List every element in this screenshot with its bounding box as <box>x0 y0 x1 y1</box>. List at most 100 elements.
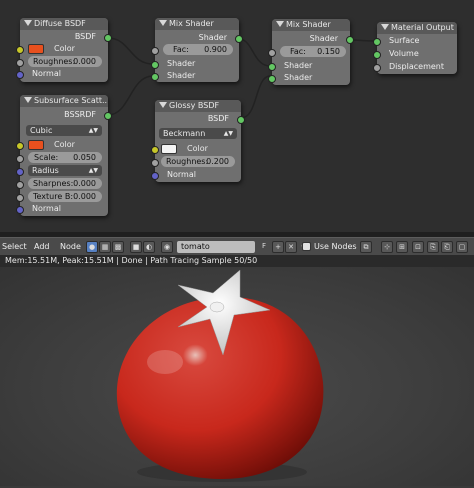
shader-input-2-socket[interactable] <box>151 73 159 81</box>
roughness-socket[interactable] <box>16 59 24 67</box>
normal-label: Normal <box>32 69 61 78</box>
compositing-nodes-icon[interactable]: ▦ <box>99 241 111 253</box>
menu-select[interactable]: Select <box>2 241 27 253</box>
scale-socket[interactable] <box>16 155 24 163</box>
use-nodes-checkbox[interactable] <box>302 242 311 251</box>
roughness-field[interactable]: Roughnes: 0.000 <box>28 56 102 67</box>
node-glossy-bsdf[interactable]: Glossy BSDF BSDF Beckmann ▲▼ Color Roughn… <box>151 100 245 182</box>
color-socket[interactable] <box>151 146 159 154</box>
normal-label: Normal <box>167 170 196 179</box>
collapse-icon[interactable] <box>381 24 389 30</box>
color-swatch[interactable] <box>28 44 44 54</box>
color-swatch[interactable] <box>161 144 177 154</box>
radius-socket[interactable] <box>16 168 24 176</box>
output-socket[interactable] <box>346 36 354 44</box>
output-socket[interactable] <box>104 34 112 42</box>
object-icon[interactable]: ■ <box>130 241 142 253</box>
color-label: Color <box>187 144 208 153</box>
menu-add[interactable]: Add <box>34 241 50 253</box>
shader-input-1-socket[interactable] <box>268 63 276 71</box>
surface-label: Surface <box>389 36 420 45</box>
collapse-icon[interactable] <box>24 97 32 103</box>
material-browse-icon[interactable]: ◉ <box>161 241 173 253</box>
backdrop-icon[interactable]: ⧉ <box>360 241 372 253</box>
collapse-icon[interactable] <box>276 21 284 27</box>
tomato-render-image <box>116 269 324 482</box>
material-name-field[interactable]: tomato <box>177 241 255 253</box>
roughness-field[interactable]: Roughnes: 0.200 <box>161 156 235 167</box>
sharpness-socket[interactable] <box>16 181 24 189</box>
unlink-material-icon[interactable]: ✕ <box>285 241 297 253</box>
node-header[interactable]: Subsurface Scatt... <box>20 95 108 107</box>
fake-user-button[interactable]: F <box>258 241 270 253</box>
render-preview-icon[interactable]: ▢ <box>456 241 468 253</box>
output-socket[interactable] <box>237 116 245 124</box>
link-sss-to-mix1 <box>107 75 154 116</box>
color-label: Color <box>54 140 75 149</box>
menu-node[interactable]: Node <box>60 241 81 253</box>
distribution-dropdown[interactable]: Beckmann ▲▼ <box>159 128 237 139</box>
node-header[interactable]: Mix Shader <box>155 18 239 30</box>
scale-field[interactable]: Scale: 0.050 <box>28 152 102 163</box>
shader-input-2-socket[interactable] <box>268 75 276 83</box>
node-subsurface-scattering[interactable]: Subsurface Scatt... BSSRDF Cubic ▲▼ Color… <box>16 95 112 216</box>
output-label: BSDF <box>74 32 96 41</box>
normal-socket[interactable] <box>16 71 24 79</box>
paste-nodes-icon[interactable]: ⎗ <box>441 241 453 253</box>
volume-label: Volume <box>389 49 419 58</box>
normal-socket[interactable] <box>16 206 24 214</box>
shader-input-1-socket[interactable] <box>151 61 159 69</box>
color-socket[interactable] <box>16 142 24 150</box>
add-material-icon[interactable]: + <box>272 241 284 253</box>
node-title: Subsurface Scatt... <box>34 96 108 105</box>
falloff-dropdown[interactable]: Cubic ▲▼ <box>26 125 102 136</box>
normal-label: Normal <box>32 204 61 213</box>
texture-blur-field[interactable]: Texture B: 0.000 <box>28 191 102 202</box>
node-header[interactable]: Mix Shader <box>272 19 350 31</box>
color-socket[interactable] <box>16 46 24 54</box>
link-glossy-to-mix2 <box>240 75 271 119</box>
node-header[interactable]: Diffuse BSDF <box>20 18 108 30</box>
surface-socket[interactable] <box>373 38 381 46</box>
fac-field[interactable]: Fac: 0.900 <box>163 44 233 55</box>
volume-socket[interactable] <box>373 51 381 59</box>
texture-nodes-icon[interactable]: ▩ <box>112 241 124 253</box>
color-label: Color <box>54 44 75 53</box>
texture-blur-socket[interactable] <box>16 194 24 202</box>
node-material-output[interactable]: Material Output Surface Volume Displacem… <box>373 22 457 74</box>
node-diffuse-bsdf[interactable]: Diffuse BSDF BSDF Color Roughnes: 0.000 N… <box>16 18 112 82</box>
color-swatch[interactable] <box>28 140 44 150</box>
node-mix-shader-1[interactable]: Mix Shader Shader Fac: 0.900 Shader Shade… <box>151 18 243 82</box>
output-socket[interactable] <box>235 35 243 43</box>
world-icon[interactable]: ◐ <box>143 241 155 253</box>
node-editor-header: Select Add Node ● ▦ ▩ ■ ◐ ◉ tomato F + ✕… <box>0 237 474 256</box>
roughness-socket[interactable] <box>151 159 159 167</box>
normal-socket[interactable] <box>151 172 159 180</box>
render-view[interactable] <box>0 267 474 486</box>
fac-socket[interactable] <box>151 47 159 55</box>
collapse-icon[interactable] <box>159 102 167 108</box>
shader-input-1-label: Shader <box>284 61 313 70</box>
shader-nodes-icon[interactable]: ● <box>86 241 98 253</box>
node-title: Diffuse BSDF <box>34 19 86 28</box>
node-header[interactable]: Glossy BSDF <box>155 100 241 112</box>
fac-field[interactable]: Fac: 0.150 <box>280 46 346 57</box>
radius-dropdown[interactable]: Radius ▲▼ <box>28 165 102 176</box>
displacement-socket[interactable] <box>373 64 381 72</box>
sharpness-field[interactable]: Sharpnes: 0.000 <box>28 178 102 189</box>
node-editor[interactable]: Diffuse BSDF BSDF Color Roughnes: 0.000 N… <box>0 0 474 232</box>
node-mix-shader-2[interactable]: Mix Shader Shader Fac: 0.150 Shader Shade… <box>268 19 354 85</box>
render-status-bar: Mem:15.51M, Peak:15.51M | Done | Path Tr… <box>0 255 474 267</box>
snap-icon[interactable]: ⊹ <box>381 241 393 253</box>
snap-element-icon[interactable]: ⊞ <box>396 241 408 253</box>
output-label: Shader <box>198 33 227 42</box>
output-socket[interactable] <box>104 112 112 120</box>
copy-nodes-icon[interactable]: ⎘ <box>427 241 439 253</box>
node-title: Mix Shader <box>286 20 331 29</box>
fac-socket[interactable] <box>268 49 276 57</box>
collapse-icon[interactable] <box>24 20 32 26</box>
shader-input-1-label: Shader <box>167 59 196 68</box>
node-header[interactable]: Material Output <box>377 22 457 34</box>
auto-offset-icon[interactable]: ⊡ <box>412 241 424 253</box>
collapse-icon[interactable] <box>159 20 167 26</box>
